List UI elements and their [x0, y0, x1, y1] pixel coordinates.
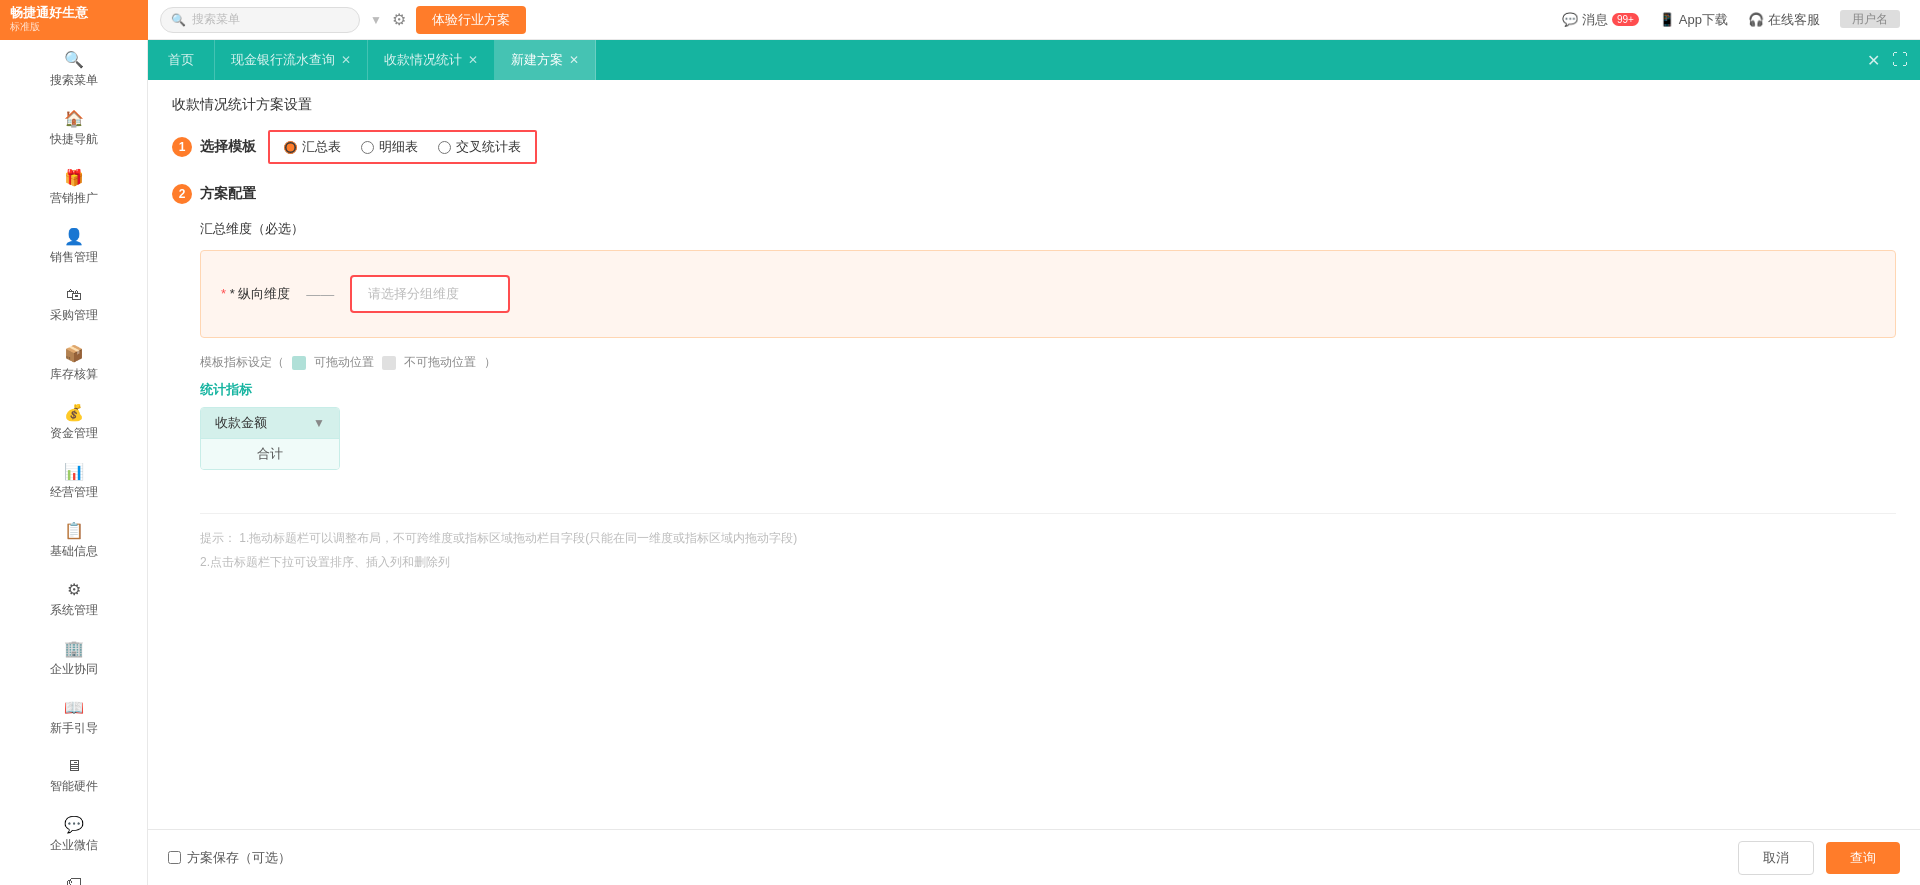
- gift-icon: 🎁: [64, 168, 84, 187]
- capital-icon: 💰: [64, 403, 84, 422]
- sidebar-item-operation[interactable]: 📊 经营管理: [0, 452, 147, 511]
- search-icon: 🔍: [171, 13, 186, 27]
- section-config: 2 方案配置 汇总维度（必选） * * 纵向维度: [172, 184, 1896, 574]
- page-content: 收款情况统计方案设置 1 选择模板 汇总表: [148, 80, 1920, 885]
- sidebar: 🔍 搜索菜单 🏠 快捷导航 🎁 营销推广 👤 销售管理 🛍 采购管理 📦 库存核…: [0, 40, 148, 885]
- basic-icon: 📋: [64, 521, 84, 540]
- dimension-arrow: ——: [306, 286, 334, 302]
- sidebar-item-guide[interactable]: 📖 新手引导: [0, 688, 147, 747]
- metrics-table-row: 合计: [201, 438, 339, 469]
- search-placeholder: 搜索菜单: [192, 11, 240, 28]
- inventory-icon: 📦: [64, 344, 84, 363]
- settings-icon[interactable]: ⚙: [392, 10, 406, 29]
- message-icon: 💬: [1562, 12, 1578, 27]
- sidebar-item-search[interactable]: 🔍 搜索菜单: [0, 40, 147, 99]
- tab-receipt[interactable]: 收款情况统计 ✕: [368, 40, 495, 80]
- header-search-box[interactable]: 🔍 搜索菜单: [160, 7, 360, 33]
- sidebar-item-hardware[interactable]: 🖥 智能硬件: [0, 747, 147, 805]
- guide-icon: 📖: [64, 698, 84, 717]
- metrics-table-header[interactable]: 收款金额 ▼: [201, 408, 339, 438]
- download-btn[interactable]: 📱 App下载: [1659, 11, 1728, 29]
- wechat-icon: 💬: [64, 815, 84, 834]
- hints-section: 提示： 1.拖动标题栏可以调整布局，不可跨维度或指标区域拖动栏目字段(只能在同一…: [200, 513, 1896, 574]
- download-icon: 📱: [1659, 12, 1675, 27]
- tab-new-close[interactable]: ✕: [569, 53, 579, 67]
- tab-bank-close[interactable]: ✕: [341, 53, 351, 67]
- dimension-row-label: * * 纵向维度: [221, 285, 290, 303]
- section1-number: 1: [172, 137, 192, 157]
- hint-1: 提示： 1.拖动标题栏可以调整布局，不可跨维度或指标区域拖动栏目字段(只能在同一…: [200, 526, 1896, 550]
- system-icon: ⚙: [67, 580, 81, 599]
- header-dropdown[interactable]: ▼: [370, 13, 382, 27]
- movable-label: 可拖动位置: [314, 354, 374, 371]
- sidebar-item-nav[interactable]: 🏠 快捷导航: [0, 99, 147, 158]
- service-btn[interactable]: 🎧 在线客服: [1748, 11, 1820, 29]
- sidebar-item-member[interactable]: 🏷 畅会员: [0, 864, 147, 885]
- dimension-box: * * 纵向维度 —— 请选择分组维度: [200, 250, 1896, 338]
- user-info[interactable]: 用户名: [1840, 11, 1900, 28]
- sidebar-item-capital[interactable]: 💰 资金管理: [0, 393, 147, 452]
- tab-new[interactable]: 新建方案 ✕: [495, 40, 596, 80]
- save-option[interactable]: 方案保存（可选）: [168, 849, 291, 867]
- template-options: 汇总表 明细表 交叉统计表: [268, 130, 537, 164]
- industry-btn[interactable]: 体验行业方案: [416, 6, 526, 34]
- sidebar-item-inventory[interactable]: 📦 库存核算: [0, 334, 147, 393]
- section2-title: 方案配置: [200, 185, 256, 203]
- metrics-label: 统计指标: [200, 381, 1896, 399]
- service-icon: 🎧: [1748, 12, 1764, 27]
- messages-badge: 99+: [1612, 13, 1639, 26]
- tab-maximize-icon[interactable]: ⛶: [1892, 51, 1908, 69]
- sidebar-item-system[interactable]: ⚙ 系统管理: [0, 570, 147, 629]
- query-button[interactable]: 查询: [1826, 842, 1900, 874]
- hardware-icon: 🖥: [66, 757, 82, 775]
- tab-home[interactable]: 首页: [148, 40, 215, 80]
- sidebar-item-purchase[interactable]: 🛍 采购管理: [0, 276, 147, 334]
- tab-receipt-close[interactable]: ✕: [468, 53, 478, 67]
- sales-icon: 👤: [64, 227, 84, 246]
- metrics-section: 模板指标设定（ 可拖动位置 不可拖动位置 ） 统计指标: [200, 354, 1896, 473]
- fixed-dot: [382, 356, 396, 370]
- movable-dot: [292, 356, 306, 370]
- metrics-close-paren: ）: [484, 354, 496, 371]
- search-nav-icon: 🔍: [64, 50, 84, 69]
- sidebar-item-sales[interactable]: 👤 销售管理: [0, 217, 147, 276]
- hint-2: 2.点击标题栏下拉可设置排序、插入列和删除列: [200, 550, 1896, 574]
- logo-main: 畅捷通好生意: [10, 5, 88, 21]
- fixed-label: 不可拖动位置: [404, 354, 476, 371]
- section1-title: 选择模板: [200, 138, 256, 156]
- metrics-settings-label: 模板指标设定（: [200, 354, 284, 371]
- logo-area: 畅捷通好生意 标准版: [0, 0, 148, 40]
- sidebar-item-basic[interactable]: 📋 基础信息: [0, 511, 147, 570]
- member-icon: 🏷: [66, 874, 82, 885]
- dimension-select[interactable]: 请选择分组维度: [350, 275, 510, 313]
- dimension-title: 汇总维度（必选）: [200, 220, 1896, 238]
- enterprise-icon: 🏢: [64, 639, 84, 658]
- bottom-bar: 方案保存（可选） 取消 查询: [148, 829, 1920, 885]
- page-title: 收款情况统计方案设置: [172, 96, 1896, 114]
- metrics-col-header: 收款金额: [215, 414, 267, 432]
- purchase-icon: 🛍: [66, 286, 82, 304]
- sidebar-item-marketing[interactable]: 🎁 营销推广: [0, 158, 147, 217]
- logo-sub: 标准版: [10, 20, 40, 34]
- metrics-dropdown-icon: ▼: [313, 416, 325, 430]
- messages-btn[interactable]: 💬 消息 99+: [1562, 11, 1639, 29]
- dimension-section: 汇总维度（必选） * * 纵向维度 —— 请选择分组维度: [200, 220, 1896, 574]
- section-template: 1 选择模板 汇总表 明细表: [172, 130, 1896, 164]
- tab-close-all-icon[interactable]: ✕: [1867, 51, 1880, 70]
- radio-summary[interactable]: 汇总表: [284, 138, 341, 156]
- radio-detail[interactable]: 明细表: [361, 138, 418, 156]
- sidebar-item-wechat[interactable]: 💬 企业微信: [0, 805, 147, 864]
- section2-number: 2: [172, 184, 192, 204]
- tab-bar: 首页 现金银行流水查询 ✕ 收款情况统计 ✕ 新建方案 ✕ ✕ ⛶: [148, 40, 1920, 80]
- home-icon: 🏠: [64, 109, 84, 128]
- radio-cross[interactable]: 交叉统计表: [438, 138, 521, 156]
- tab-bank[interactable]: 现金银行流水查询 ✕: [215, 40, 368, 80]
- metrics-table: 收款金额 ▼ 合计: [200, 407, 340, 470]
- cancel-button[interactable]: 取消: [1738, 841, 1814, 875]
- sidebar-item-enterprise[interactable]: 🏢 企业协同: [0, 629, 147, 688]
- operation-icon: 📊: [64, 462, 84, 481]
